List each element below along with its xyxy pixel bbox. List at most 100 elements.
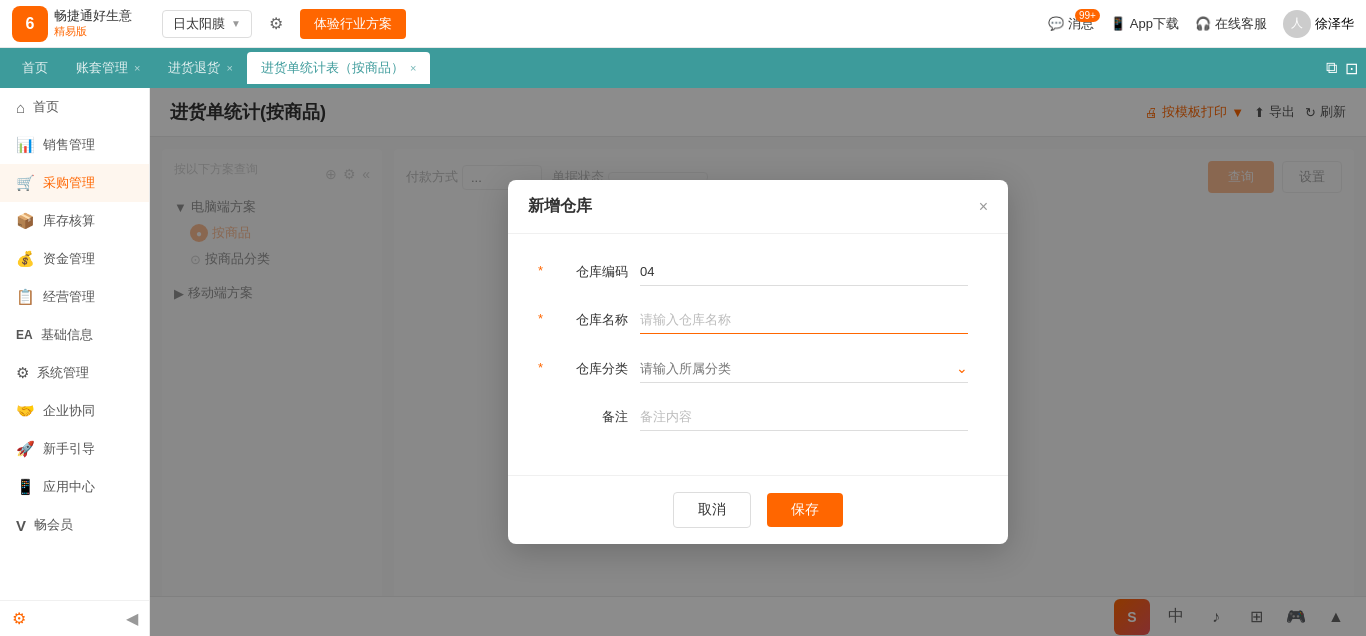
logo-area: 6 畅捷通好生意 精易版 bbox=[12, 6, 162, 42]
tab-bar: 首页 账套管理 × 进货退货 × 进货单统计表（按商品） × ⧉ ⊡ bbox=[0, 48, 1366, 88]
tab-account[interactable]: 账套管理 × bbox=[62, 52, 154, 84]
sidebar-bottom: ⚙ ◀ bbox=[0, 600, 150, 636]
store-selector[interactable]: 日太阳膜 ▼ bbox=[162, 10, 252, 38]
sidebar-item-app-center[interactable]: 📱 应用中心 bbox=[0, 468, 149, 506]
sidebar-item-sales[interactable]: 📊 销售管理 bbox=[0, 126, 149, 164]
field-category-input[interactable] bbox=[640, 361, 956, 376]
field-category-label: 仓库分类 bbox=[548, 360, 628, 378]
modal-header: 新增仓库 × bbox=[508, 180, 1008, 234]
tab-bar-controls: ⧉ ⊡ bbox=[1326, 59, 1358, 78]
finance-icon: 💰 bbox=[16, 250, 35, 268]
modal-title: 新增仓库 bbox=[528, 196, 592, 217]
sidebar-item-inventory[interactable]: 📦 库存核算 bbox=[0, 202, 149, 240]
headset-icon: 🎧 bbox=[1195, 16, 1211, 31]
app-center-icon: 📱 bbox=[16, 478, 35, 496]
modal-overlay: 新增仓库 × 仓库编码 仓库名称 bbox=[150, 88, 1366, 636]
sidebar-item-finance-label: 资金管理 bbox=[43, 250, 95, 268]
trial-button[interactable]: 体验行业方案 bbox=[300, 9, 406, 39]
tab-purchase-return-label: 进货退货 bbox=[168, 59, 220, 77]
main-content: 进货单统计(按商品) 🖨 按模板打印 ▼ ⬆ 导出 ↻ 刷新 bbox=[150, 88, 1366, 636]
sidebar-item-home-label: 首页 bbox=[33, 98, 59, 116]
system-icon: ⚙ bbox=[16, 364, 29, 382]
message-item[interactable]: 💬 消息 99+ bbox=[1048, 15, 1094, 33]
sidebar-item-guide[interactable]: 🚀 新手引导 bbox=[0, 430, 149, 468]
logo-icon: 6 bbox=[12, 6, 48, 42]
form-row-note: 备注 bbox=[548, 403, 968, 431]
sidebar-item-home[interactable]: ⌂ 首页 bbox=[0, 88, 149, 126]
sidebar-settings-icon[interactable]: ⚙ bbox=[12, 609, 26, 628]
tab-purchase-stats-close-icon[interactable]: × bbox=[410, 62, 416, 74]
field-name-label: 仓库名称 bbox=[548, 311, 628, 329]
sidebar-item-sales-label: 销售管理 bbox=[43, 136, 95, 154]
settings-icon[interactable]: ⚙ bbox=[260, 8, 292, 40]
online-service-label: 在线客服 bbox=[1215, 15, 1267, 33]
sidebar: ⌂ 首页 📊 销售管理 🛒 采购管理 📦 库存核算 💰 资金管理 📋 经营管理 … bbox=[0, 88, 150, 636]
sidebar-item-basic-info-label: 基础信息 bbox=[41, 326, 93, 344]
tab-home[interactable]: 首页 bbox=[8, 52, 62, 84]
field-code-input[interactable] bbox=[640, 258, 968, 286]
enterprise-icon: 🤝 bbox=[16, 402, 35, 420]
modal-footer: 取消 保存 bbox=[508, 475, 1008, 544]
category-dropdown-icon: ⌄ bbox=[956, 360, 968, 376]
message-icon: 💬 bbox=[1048, 16, 1064, 31]
sidebar-item-vip-label: 畅会员 bbox=[34, 516, 73, 534]
tab-purchase-return-close-icon[interactable]: × bbox=[226, 62, 232, 74]
modal-body: 仓库编码 仓库名称 仓库分类 ⌄ bbox=[508, 234, 1008, 475]
field-name-input[interactable] bbox=[640, 306, 968, 334]
logo-sub: 精易版 bbox=[54, 24, 132, 39]
tab-purchase-stats-label: 进货单统计表（按商品） bbox=[261, 59, 404, 77]
form-row-category: 仓库分类 ⌄ bbox=[548, 354, 968, 383]
tab-purchase-return[interactable]: 进货退货 × bbox=[154, 52, 246, 84]
sidebar-item-system-label: 系统管理 bbox=[37, 364, 89, 382]
guide-icon: 🚀 bbox=[16, 440, 35, 458]
tab-account-close-icon[interactable]: × bbox=[134, 62, 140, 74]
sidebar-item-enterprise[interactable]: 🤝 企业协同 bbox=[0, 392, 149, 430]
online-service-item[interactable]: 🎧 在线客服 bbox=[1195, 15, 1267, 33]
app-download-label: App下载 bbox=[1130, 15, 1179, 33]
sidebar-collapse-icon[interactable]: ◀ bbox=[126, 609, 138, 628]
operations-icon: 📋 bbox=[16, 288, 35, 306]
field-note-label: 备注 bbox=[548, 408, 628, 426]
tab-purchase-stats[interactable]: 进货单统计表（按商品） × bbox=[247, 52, 430, 84]
home-icon: ⌂ bbox=[16, 99, 25, 116]
sidebar-item-enterprise-label: 企业协同 bbox=[43, 402, 95, 420]
user-name: 徐泽华 bbox=[1315, 15, 1354, 33]
tab-home-label: 首页 bbox=[22, 59, 48, 77]
cancel-button[interactable]: 取消 bbox=[673, 492, 751, 528]
logo-name: 畅捷通好生意 bbox=[54, 8, 132, 25]
form-row-code: 仓库编码 bbox=[548, 258, 968, 286]
modal-close-button[interactable]: × bbox=[979, 198, 988, 216]
header-right: 💬 消息 99+ 📱 App下载 🎧 在线客服 人 徐泽华 bbox=[1048, 10, 1354, 38]
field-category-select[interactable]: ⌄ bbox=[640, 354, 968, 383]
sidebar-item-purchase[interactable]: 🛒 采购管理 bbox=[0, 164, 149, 202]
sidebar-item-operations[interactable]: 📋 经营管理 bbox=[0, 278, 149, 316]
save-button[interactable]: 保存 bbox=[767, 493, 843, 527]
purchase-icon: 🛒 bbox=[16, 174, 35, 192]
vip-icon: V bbox=[16, 517, 26, 534]
sidebar-item-inventory-label: 库存核算 bbox=[43, 212, 95, 230]
sidebar-item-purchase-label: 采购管理 bbox=[43, 174, 95, 192]
avatar: 人 bbox=[1283, 10, 1311, 38]
tab-restore-icon[interactable]: ⧉ bbox=[1326, 59, 1337, 77]
user-avatar-area[interactable]: 人 徐泽华 bbox=[1283, 10, 1354, 38]
store-name: 日太阳膜 bbox=[173, 15, 225, 33]
tab-fullscreen-icon[interactable]: ⊡ bbox=[1345, 59, 1358, 78]
sidebar-item-operations-label: 经营管理 bbox=[43, 288, 95, 306]
sales-icon: 📊 bbox=[16, 136, 35, 154]
sidebar-item-app-center-label: 应用中心 bbox=[43, 478, 95, 496]
app-download-item[interactable]: 📱 App下载 bbox=[1110, 15, 1179, 33]
phone-icon: 📱 bbox=[1110, 16, 1126, 31]
top-header: 6 畅捷通好生意 精易版 日太阳膜 ▼ ⚙ 体验行业方案 💬 消息 99+ 📱 … bbox=[0, 0, 1366, 48]
field-note-input[interactable] bbox=[640, 403, 968, 431]
basic-info-icon: EA bbox=[16, 328, 33, 342]
sidebar-item-vip[interactable]: V 畅会员 bbox=[0, 506, 149, 544]
sidebar-item-guide-label: 新手引导 bbox=[43, 440, 95, 458]
main-layout: ⌂ 首页 📊 销售管理 🛒 采购管理 📦 库存核算 💰 资金管理 📋 经营管理 … bbox=[0, 88, 1366, 636]
inventory-icon: 📦 bbox=[16, 212, 35, 230]
sidebar-item-finance[interactable]: 💰 资金管理 bbox=[0, 240, 149, 278]
sidebar-item-basic-info[interactable]: EA 基础信息 bbox=[0, 316, 149, 354]
sidebar-item-system[interactable]: ⚙ 系统管理 bbox=[0, 354, 149, 392]
modal-new-warehouse: 新增仓库 × 仓库编码 仓库名称 bbox=[508, 180, 1008, 544]
store-arrow-icon: ▼ bbox=[231, 18, 241, 29]
field-code-label: 仓库编码 bbox=[548, 263, 628, 281]
